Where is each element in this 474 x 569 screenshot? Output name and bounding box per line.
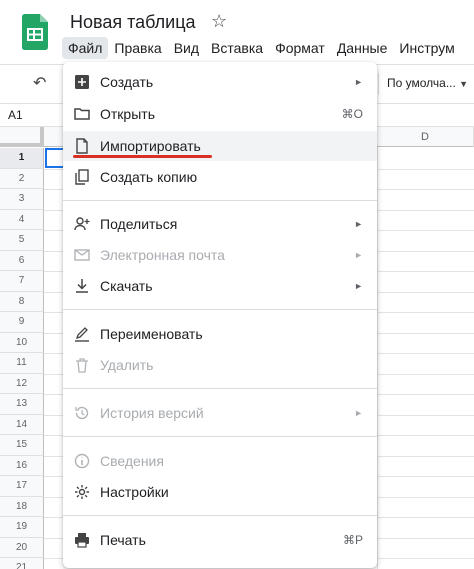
font-select[interactable]: По умолча... ▼ [387, 76, 468, 90]
row-header[interactable]: 3 [0, 189, 44, 210]
row-header[interactable]: 14 [0, 414, 44, 435]
menu-item-download[interactable]: Скачать ► [63, 271, 377, 301]
file-menu: Создать ► Открыть ⌘O Импортировать Созда… [63, 62, 377, 568]
row-header[interactable]: 19 [0, 517, 44, 538]
undo-icon[interactable]: ↶ [33, 73, 46, 93]
menu-item-print[interactable]: Печать ⌘P [63, 525, 377, 555]
row-header[interactable]: 16 [0, 455, 44, 476]
menu-file[interactable]: Файл [62, 37, 109, 59]
row-header[interactable]: 11 [0, 353, 44, 374]
mail-icon [74, 249, 90, 261]
menu-view[interactable]: Вид [168, 37, 205, 59]
row-header[interactable]: 21 [0, 558, 44, 569]
shortcut-label: ⌘O [341, 107, 363, 121]
select-all-corner[interactable] [0, 127, 44, 147]
submenu-arrow-icon: ► [354, 77, 363, 87]
row-header[interactable]: 18 [0, 496, 44, 517]
row-header[interactable]: 5 [0, 230, 44, 251]
menu-item-label: Настройки [100, 484, 169, 500]
row-header[interactable]: 9 [0, 312, 44, 333]
dropdown-arrow-icon: ▼ [459, 79, 469, 89]
row-header[interactable]: 10 [0, 332, 44, 353]
sheets-logo[interactable] [22, 14, 48, 50]
menu-tools[interactable]: Инструм [393, 37, 460, 59]
menu-item-details[interactable]: Сведения [63, 446, 377, 476]
menu-format[interactable]: Формат [269, 37, 331, 59]
cell-reference[interactable]: A1 [8, 108, 23, 122]
menu-item-label: Создать [100, 74, 154, 90]
copy-icon [75, 169, 89, 185]
row-header[interactable]: 20 [0, 537, 44, 558]
menu-item-label: Печать [100, 532, 146, 548]
menu-item-label: Поделиться [100, 216, 178, 232]
submenu-arrow-icon: ► [354, 408, 363, 418]
menu-separator [63, 388, 377, 389]
file-icon [76, 138, 88, 154]
grid-line [377, 147, 378, 569]
toolbar-divider [378, 73, 379, 95]
row-header[interactable]: 13 [0, 394, 44, 415]
printer-icon [75, 533, 89, 548]
highlight-underline [73, 155, 212, 158]
submenu-arrow-icon: ► [354, 219, 363, 229]
menu-item-email[interactable]: Электронная почта ► [63, 240, 377, 270]
shortcut-label: ⌘P [342, 533, 363, 547]
menu-item-history[interactable]: История версий ► [63, 398, 377, 428]
rename-icon [75, 327, 89, 342]
info-icon [74, 453, 90, 469]
document-title[interactable]: Новая таблица [70, 12, 196, 33]
menu-item-label: История версий [100, 405, 204, 421]
menu-item-label: Импортировать [100, 138, 201, 154]
menu-separator [63, 515, 377, 516]
menu-insert[interactable]: Вставка [205, 37, 269, 59]
folder-icon [74, 108, 90, 120]
history-icon [75, 406, 89, 420]
menu-item-delete[interactable]: Удалить [63, 350, 377, 380]
submenu-arrow-icon: ► [354, 281, 363, 291]
menu-item-open[interactable]: Открыть ⌘O [63, 99, 377, 129]
menu-item-create[interactable]: Создать ► [63, 67, 377, 97]
row-header[interactable]: 6 [0, 250, 44, 271]
row-header[interactable]: 2 [0, 168, 44, 189]
menu-item-settings[interactable]: Настройки [63, 477, 377, 507]
menu-item-label: Переименовать [100, 326, 203, 342]
menu-item-share[interactable]: Поделиться ► [63, 209, 377, 239]
plus-box-icon [75, 75, 89, 89]
menu-bar: Файл Правка Вид Вставка Формат Данные Ин… [62, 36, 461, 60]
menu-separator [63, 436, 377, 437]
row-header[interactable]: 12 [0, 373, 44, 394]
row-header[interactable]: 17 [0, 476, 44, 497]
row-header[interactable]: 7 [0, 271, 44, 292]
submenu-arrow-icon: ► [354, 250, 363, 260]
menu-item-label: Сведения [100, 453, 164, 469]
download-icon [76, 279, 88, 293]
person-add-icon [74, 217, 90, 231]
menu-item-copy[interactable]: Создать копию [63, 162, 377, 192]
menu-item-label: Создать копию [100, 169, 198, 185]
row-header[interactable]: 8 [0, 291, 44, 312]
selected-cell[interactable] [45, 148, 65, 168]
menu-item-label: Электронная почта [100, 247, 225, 263]
menu-separator [63, 200, 377, 201]
gear-icon [75, 485, 89, 499]
row-header[interactable]: 4 [0, 209, 44, 230]
row-header[interactable]: 1 [0, 148, 44, 169]
row-header[interactable]: 15 [0, 435, 44, 456]
trash-icon [76, 358, 88, 373]
menu-item-label: Удалить [100, 357, 154, 373]
menu-item-label: Скачать [100, 278, 153, 294]
menu-edit[interactable]: Правка [108, 37, 167, 59]
font-select-label: По умолча... [387, 76, 456, 90]
menu-item-label: Открыть [100, 106, 155, 122]
menu-separator [63, 309, 377, 310]
menu-item-rename[interactable]: Переименовать [63, 319, 377, 349]
column-header-d[interactable]: D [377, 127, 474, 147]
star-icon[interactable]: ☆ [211, 11, 227, 32]
menu-data[interactable]: Данные [331, 37, 394, 59]
